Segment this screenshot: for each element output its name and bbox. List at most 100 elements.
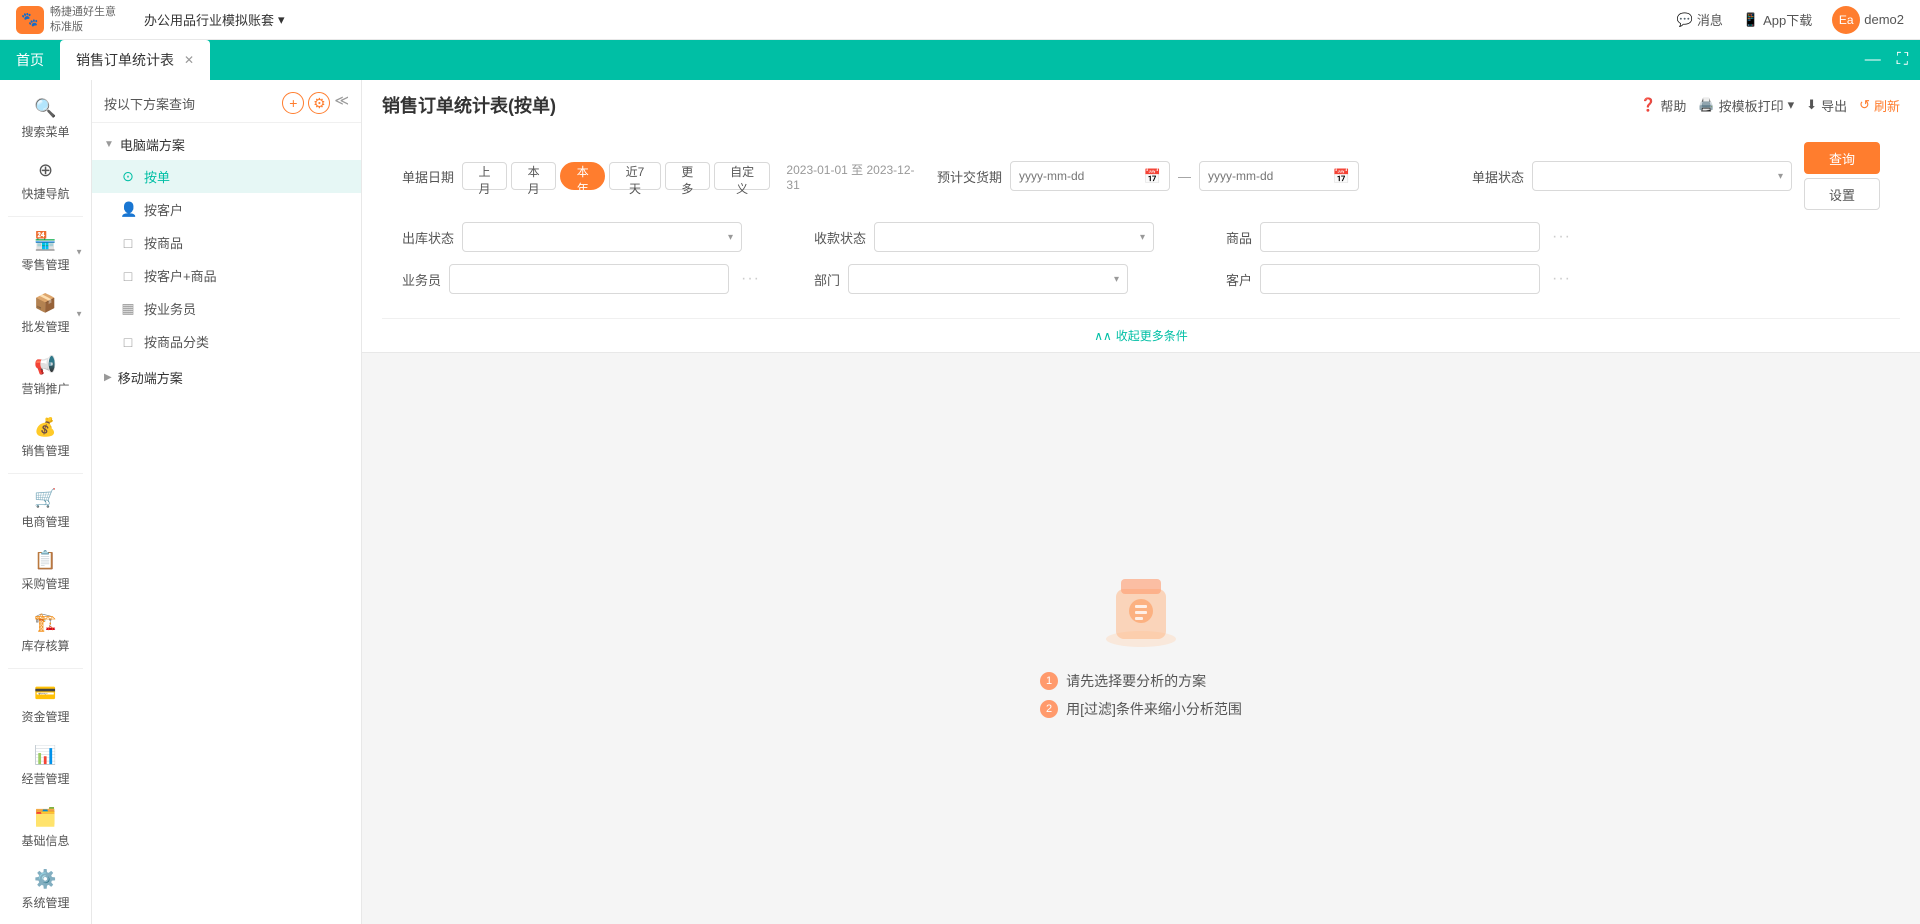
scheme-group-mobile-header[interactable]: ▶ 移动端方案 xyxy=(92,362,361,393)
product-more-icon[interactable]: ··· xyxy=(1552,228,1571,246)
sidebar-item-wholesale[interactable]: 📦 批发管理 xyxy=(0,283,91,345)
tab-home[interactable]: 首页 xyxy=(0,40,60,80)
date-btn-custom[interactable]: 自定义 xyxy=(714,162,771,190)
scheme-item-by-customer[interactable]: 👤 按客户 xyxy=(92,193,361,226)
sidebar-quick-nav[interactable]: ⊕ 快捷导航 xyxy=(0,150,91,212)
collapse-bar[interactable]: ∧∧ 收起更多条件 xyxy=(382,318,1900,352)
export-icon: ⬇ xyxy=(1806,97,1817,113)
message-icon: 💬 xyxy=(1677,12,1693,28)
scheme-item-by-category[interactable]: □ 按商品分类 xyxy=(92,325,361,358)
sidebar-item-retail[interactable]: 🏪 零售管理 xyxy=(0,221,91,283)
scheme-panel-actions: + ⚙ ≪ xyxy=(282,92,349,114)
scheme-panel-header: 按以下方案查询 + ⚙ ≪ xyxy=(92,92,361,123)
sidebar-search[interactable]: 🔍 搜索菜单 xyxy=(0,88,91,150)
user-menu[interactable]: Ea demo2 xyxy=(1832,6,1904,34)
sidebar-item-ecommerce[interactable]: 🛒 电商管理 xyxy=(0,478,91,540)
category-scheme-icon: □ xyxy=(120,334,136,350)
salesperson-input[interactable] xyxy=(458,272,720,287)
sidebar-item-operations[interactable]: 📊 经营管理 xyxy=(0,735,91,797)
filter-row-3: 业务员 ··· 部门 ▾ xyxy=(402,264,1880,294)
expected-date-to[interactable]: 📅 xyxy=(1199,161,1359,191)
print-icon: 🖨️ xyxy=(1698,97,1714,113)
scheme-group-desktop-header[interactable]: ▼ 电脑端方案 xyxy=(92,129,361,160)
filter-area: 单据日期 上月 本月 本年 近7天 更多 自定义 2023-01-01 至 20… xyxy=(382,130,1900,318)
customer-scheme-icon: 👤 xyxy=(120,201,136,218)
department-select[interactable]: ▾ xyxy=(848,264,1128,294)
help-icon: ❓ xyxy=(1640,97,1656,113)
help-button[interactable]: ❓ 帮助 xyxy=(1640,96,1686,115)
product-input[interactable] xyxy=(1269,230,1531,245)
avatar: Ea xyxy=(1832,6,1860,34)
customer-more-icon[interactable]: ··· xyxy=(1552,270,1571,288)
app-download-button[interactable]: 📱 App下载 xyxy=(1743,10,1812,29)
refresh-button[interactable]: ↺ 刷新 xyxy=(1859,96,1900,115)
sidebar-item-system[interactable]: ⚙️ 系统管理 xyxy=(0,859,91,921)
phone-icon: 📱 xyxy=(1743,12,1759,28)
message-button[interactable]: 💬 消息 xyxy=(1677,10,1723,29)
collapse-scheme-button[interactable]: ≪ xyxy=(334,92,349,114)
minimize-icon[interactable]: — xyxy=(1861,47,1885,73)
chevron-down-icon-status: ▾ xyxy=(1778,171,1783,182)
company-selector[interactable]: 办公用品行业模拟账套 ▾ xyxy=(144,10,285,29)
empty-illustration xyxy=(1091,559,1191,659)
delivery-status-filter: 出库状态 ▾ xyxy=(402,222,802,252)
product-scheme-icon: □ xyxy=(120,235,136,251)
compass-icon: ⊕ xyxy=(38,160,53,181)
finance-icon: 💳 xyxy=(34,683,56,704)
query-btn-group: 查询 设置 xyxy=(1804,142,1880,210)
right-panel: 销售订单统计表(按单) ❓ 帮助 🖨️ 按模板打印 ▾ ⬇ xyxy=(362,80,1920,924)
refresh-icon: ↺ xyxy=(1859,97,1870,113)
sidebar-item-purchase[interactable]: 📋 采购管理 xyxy=(0,540,91,602)
expected-date-filter: 预计交货期 📅 — 📅 xyxy=(937,161,1460,191)
tab-close-icon[interactable]: ✕ xyxy=(184,53,194,67)
payment-status-select[interactable]: ▾ xyxy=(874,222,1154,252)
logo-icon: 🐾 xyxy=(16,6,44,34)
sidebar-item-finance[interactable]: 💳 资金管理 xyxy=(0,673,91,735)
tab-sales-stats[interactable]: 销售订单统计表 ✕ xyxy=(60,40,210,80)
product-input-wrap[interactable] xyxy=(1260,222,1540,252)
bill-date-filter: 单据日期 上月 本月 本年 近7天 更多 自定义 2023-01-01 至 20… xyxy=(402,161,925,192)
salesperson-filter: 业务员 ··· xyxy=(402,264,802,294)
scheme-item-by-cust-prod[interactable]: □ 按客户+商品 xyxy=(92,259,361,292)
scheme-group-mobile: ▶ 移动端方案 xyxy=(92,362,361,393)
sidebar-divider-3 xyxy=(8,668,83,669)
order-scheme-icon: ⊙ xyxy=(120,168,136,185)
date-btn-this-month[interactable]: 本月 xyxy=(511,162,556,190)
salesperson-input-wrap[interactable] xyxy=(449,264,729,294)
expand-icon[interactable]: ⛶ xyxy=(1893,47,1912,73)
customer-input[interactable] xyxy=(1269,272,1531,287)
bill-status-select[interactable]: ▾ xyxy=(1532,161,1792,191)
settings-button[interactable]: 设置 xyxy=(1804,178,1880,210)
salesperson-more-icon[interactable]: ··· xyxy=(741,270,760,288)
customer-input-wrap[interactable] xyxy=(1260,264,1540,294)
scheme-panel: 按以下方案查询 + ⚙ ≪ ▼ 电脑端方案 ⊙ 按单 xyxy=(92,80,362,924)
sidebar-item-inventory[interactable]: 🏗️ 库存核算 xyxy=(0,602,91,664)
collapse-up-icon: ∧∧ xyxy=(1094,329,1112,343)
payment-status-filter: 收款状态 ▾ xyxy=(814,222,1214,252)
print-button[interactable]: 🖨️ 按模板打印 ▾ xyxy=(1698,96,1794,115)
topbar-left: 🐾 畅捷通好生意 标准版 办公用品行业模拟账套 ▾ xyxy=(16,5,285,34)
sidebar-item-sales[interactable]: 💰 销售管理 xyxy=(0,407,91,469)
expected-date-from[interactable]: 📅 xyxy=(1010,161,1170,191)
date-btn-last-month[interactable]: 上月 xyxy=(462,162,507,190)
date-btn-more[interactable]: 更多 xyxy=(665,162,710,190)
date-btn-this-year[interactable]: 本年 xyxy=(560,162,605,190)
sidebar-item-basic[interactable]: 🗂️ 基础信息 xyxy=(0,797,91,859)
expected-date-to-input[interactable] xyxy=(1208,169,1329,183)
empty-tip-1: 1 请先选择要分析的方案 xyxy=(1040,671,1242,691)
scheme-item-by-order[interactable]: ⊙ 按单 xyxy=(92,160,361,193)
delivery-status-select[interactable]: ▾ xyxy=(462,222,742,252)
expected-date-from-input[interactable] xyxy=(1019,169,1140,183)
sidebar-item-marketing[interactable]: 📢 营销推广 xyxy=(0,345,91,407)
scheme-item-by-salesperson[interactable]: ▦ 按业务员 xyxy=(92,292,361,325)
scheme-item-by-product[interactable]: □ 按商品 xyxy=(92,226,361,259)
date-btn-7days[interactable]: 近7天 xyxy=(609,162,660,190)
edit-scheme-button[interactable]: ⚙ xyxy=(308,92,330,114)
add-scheme-button[interactable]: + xyxy=(282,92,304,114)
query-button[interactable]: 查询 xyxy=(1804,142,1880,174)
purchase-icon: 📋 xyxy=(34,550,56,571)
basic-icon: 🗂️ xyxy=(34,807,56,828)
salesperson-scheme-icon: ▦ xyxy=(120,300,136,317)
export-button[interactable]: ⬇ 导出 xyxy=(1806,96,1847,115)
topbar: 🐾 畅捷通好生意 标准版 办公用品行业模拟账套 ▾ 💬 消息 📱 App下载 E… xyxy=(0,0,1920,40)
